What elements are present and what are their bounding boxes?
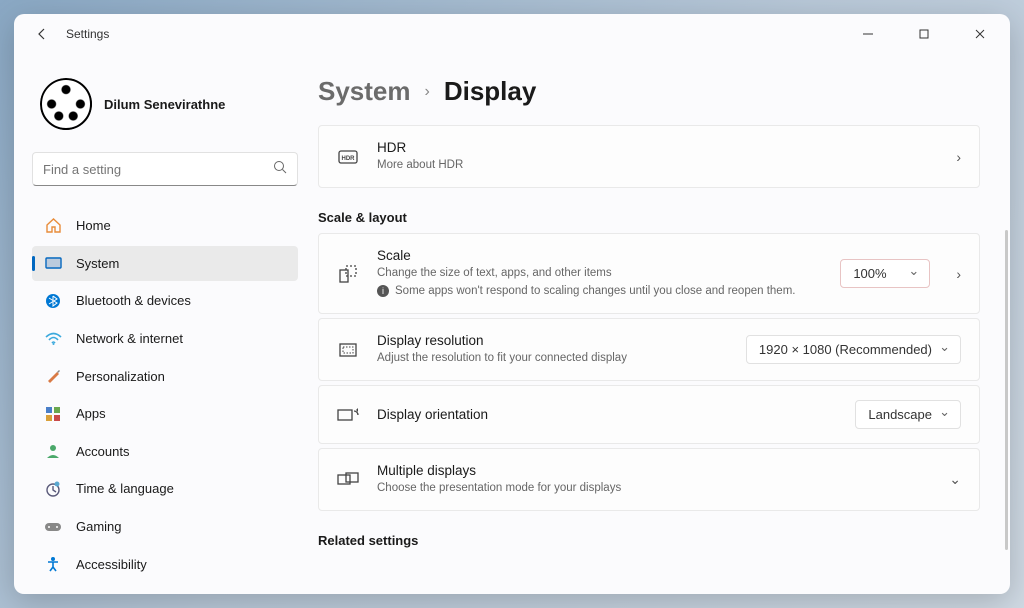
settings-window: Settings Dilum Senevirathne Home System … [14, 14, 1010, 594]
sidebar-item-gaming[interactable]: Gaming [32, 509, 298, 545]
main-content: System › Display HDR HDR More about HDR … [310, 54, 1010, 594]
sidebar-item-label: System [76, 256, 119, 271]
sidebar-item-home[interactable]: Home [32, 208, 298, 244]
multiple-displays-card[interactable]: Multiple displays Choose the presentatio… [318, 448, 980, 511]
sidebar-item-time[interactable]: Time & language [32, 471, 298, 507]
scale-subtitle: Change the size of text, apps, and other… [377, 265, 822, 281]
multiple-subtitle: Choose the presentation mode for your di… [377, 480, 923, 496]
chevron-right-icon: › [956, 266, 961, 282]
multiple-title: Multiple displays [377, 463, 923, 478]
account-icon [44, 442, 62, 460]
sidebar-item-network[interactable]: Network & internet [32, 321, 298, 357]
user-name: Dilum Senevirathne [104, 97, 225, 112]
sidebar-item-label: Network & internet [76, 331, 183, 346]
back-button[interactable] [30, 22, 54, 46]
accessibility-icon [44, 555, 62, 573]
hdr-card[interactable]: HDR HDR More about HDR › [318, 125, 980, 188]
resolution-subtitle: Adjust the resolution to fit your connec… [377, 350, 728, 366]
sidebar-item-apps[interactable]: Apps [32, 396, 298, 432]
titlebar: Settings [14, 14, 1010, 54]
search-input[interactable] [32, 152, 298, 186]
system-icon [44, 254, 62, 272]
scale-title: Scale [377, 248, 822, 263]
orientation-icon [337, 407, 359, 423]
clock-icon [44, 480, 62, 498]
orientation-title: Display orientation [377, 407, 837, 422]
search-icon [273, 160, 287, 179]
scale-card[interactable]: Scale Change the size of text, apps, and… [318, 233, 980, 314]
breadcrumb-current: Display [444, 76, 537, 107]
sidebar-item-label: Home [76, 218, 111, 233]
wifi-icon [44, 330, 62, 348]
home-icon [44, 217, 62, 235]
nav: Home System Bluetooth & devices Network … [32, 208, 298, 582]
orientation-card[interactable]: Display orientation Landscape [318, 385, 980, 444]
sidebar-item-label: Gaming [76, 519, 122, 534]
sidebar-item-bluetooth[interactable]: Bluetooth & devices [32, 283, 298, 319]
sidebar-item-accessibility[interactable]: Accessibility [32, 546, 298, 582]
sidebar-item-system[interactable]: System [32, 246, 298, 282]
resolution-title: Display resolution [377, 333, 728, 348]
orientation-dropdown[interactable]: Landscape [855, 400, 961, 429]
section-related: Related settings [318, 533, 980, 548]
scale-warning: iSome apps won't respond to scaling chan… [377, 283, 822, 299]
sidebar-item-label: Accounts [76, 444, 129, 459]
svg-text:HDR: HDR [342, 156, 356, 162]
chevron-right-icon: › [956, 149, 961, 165]
sidebar-item-label: Accessibility [76, 557, 147, 572]
brush-icon [44, 367, 62, 385]
profile[interactable]: Dilum Senevirathne [32, 60, 298, 152]
section-scale-layout: Scale & layout [318, 210, 980, 225]
sidebar-item-label: Bluetooth & devices [76, 293, 191, 308]
sidebar-item-label: Time & language [76, 481, 174, 496]
breadcrumb-parent[interactable]: System [318, 76, 411, 107]
sidebar-item-label: Apps [76, 406, 106, 421]
scale-dropdown[interactable]: 100% [840, 259, 930, 288]
bluetooth-icon [44, 292, 62, 310]
apps-icon [44, 405, 62, 423]
sidebar: Dilum Senevirathne Home System Bluetooth… [14, 54, 310, 594]
minimize-button[interactable] [846, 19, 890, 49]
multiple-displays-icon [337, 472, 359, 488]
chevron-right-icon: › [425, 83, 430, 101]
avatar [40, 78, 92, 130]
resolution-dropdown[interactable]: 1920 × 1080 (Recommended) [746, 335, 961, 364]
hdr-title: HDR [377, 140, 930, 155]
sidebar-item-accounts[interactable]: Accounts [32, 434, 298, 470]
sidebar-item-personalization[interactable]: Personalization [32, 358, 298, 394]
scrollbar[interactable] [1005, 230, 1008, 550]
app-title: Settings [66, 27, 109, 41]
info-icon: i [377, 285, 389, 297]
sidebar-item-label: Personalization [76, 369, 165, 384]
chevron-down-icon: ⌄ [949, 471, 961, 488]
hdr-subtitle: More about HDR [377, 157, 930, 173]
gaming-icon [44, 518, 62, 536]
breadcrumb: System › Display [318, 76, 980, 107]
maximize-button[interactable] [902, 19, 946, 49]
hdr-icon: HDR [337, 150, 359, 164]
resolution-card[interactable]: Display resolution Adjust the resolution… [318, 318, 980, 381]
close-button[interactable] [958, 19, 1002, 49]
resolution-icon [337, 342, 359, 358]
search-field[interactable] [43, 162, 273, 177]
scale-icon [337, 264, 359, 284]
